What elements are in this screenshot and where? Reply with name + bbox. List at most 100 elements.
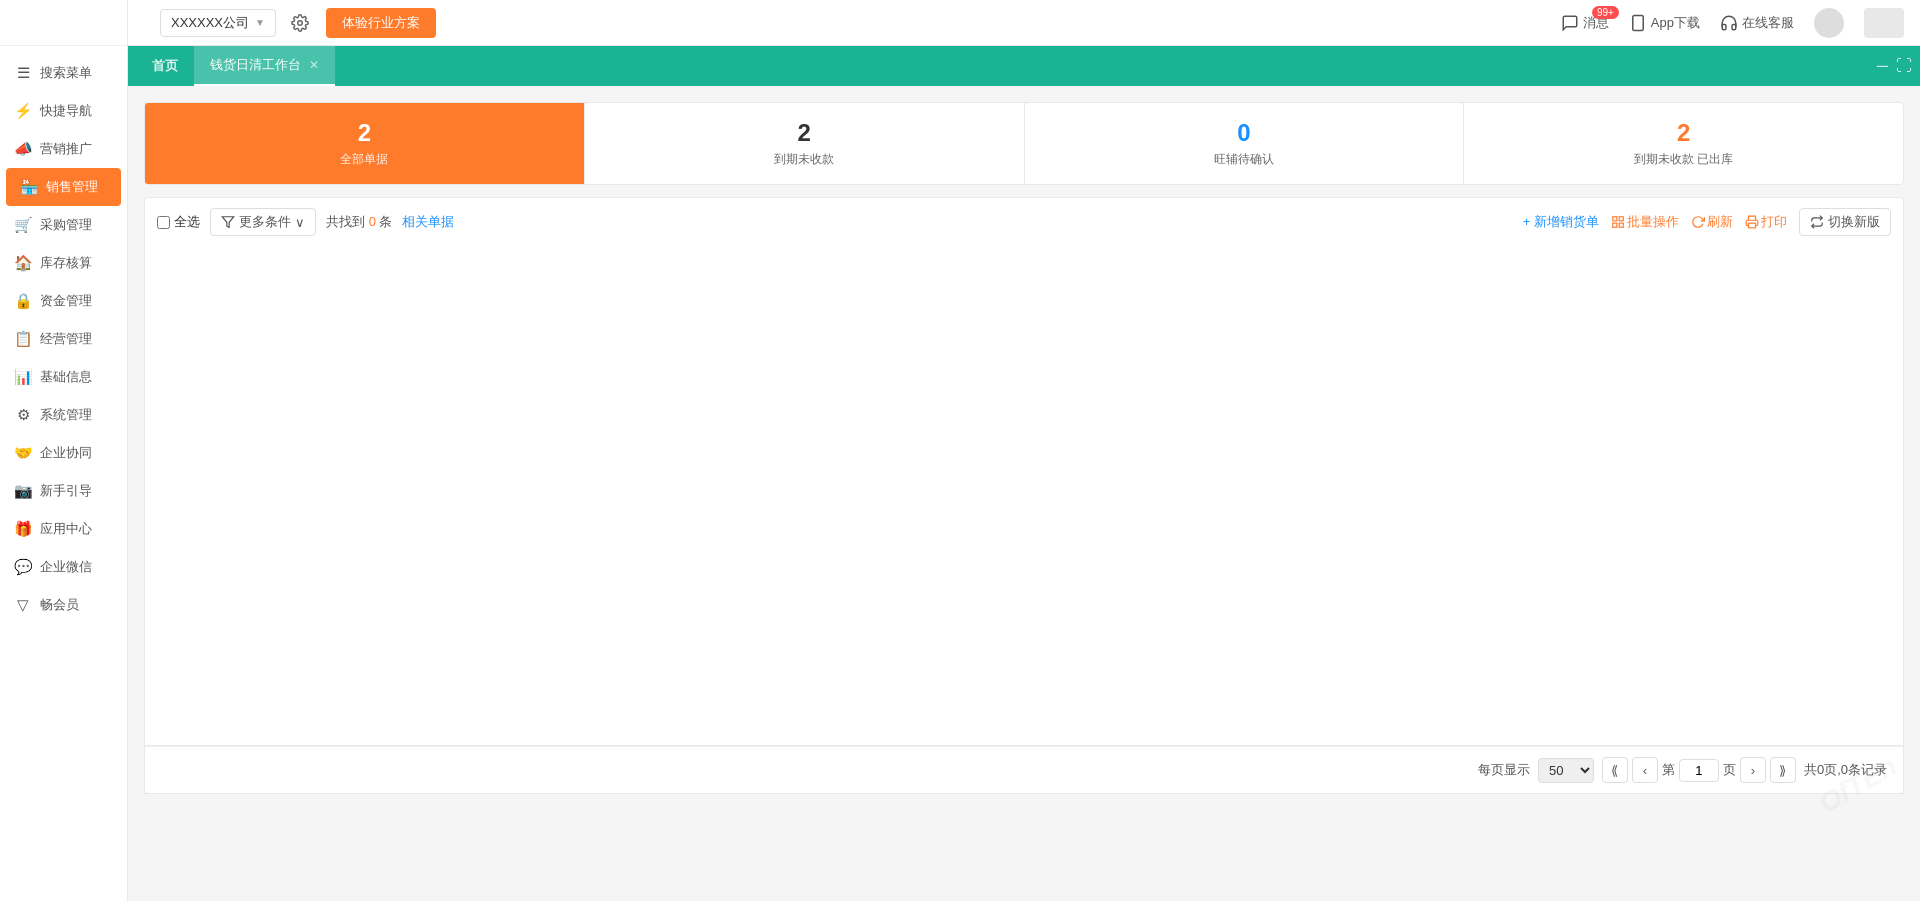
trial-button[interactable]: 体验行业方案: [326, 8, 436, 38]
sidebar-item-basics[interactable]: 📊 基础信息: [0, 358, 127, 396]
table-area: [144, 246, 1904, 746]
svg-rect-5: [1619, 217, 1623, 221]
stat-card-overdue-unship[interactable]: 2 到期未收款 已出库: [1464, 103, 1903, 184]
tab-work-bench[interactable]: 钱货日清工作台 ✕: [194, 46, 335, 86]
sidebar-item-weixin[interactable]: 💬 企业微信: [0, 548, 127, 586]
toolbar-right: + 新增销货单 批量操作 刷新: [1523, 208, 1891, 236]
page-input[interactable]: [1679, 759, 1719, 782]
svg-point-0: [298, 20, 303, 25]
first-page-button[interactable]: ⟪: [1602, 757, 1628, 783]
toolbar: 全选 更多条件 ∨ 共找到 0 条 相关单据 + 新增销货单: [144, 197, 1904, 246]
select-all-input[interactable]: [157, 216, 170, 229]
sidebar-item-marketing[interactable]: 📣 营销推广: [0, 130, 127, 168]
inventory-icon: 🏠: [14, 254, 32, 272]
guide-icon: 📷: [14, 482, 32, 500]
stat-card-all[interactable]: 2 全部单据: [145, 103, 585, 184]
chevron-down-icon: ▼: [255, 17, 265, 28]
sidebar-item-sales[interactable]: 🏪 销售管理: [6, 168, 121, 206]
sidebar-item-label: 搜索菜单: [40, 64, 92, 82]
stat-label-overdue-unpaid: 到期未收款: [605, 151, 1004, 168]
settings-button[interactable]: [284, 7, 316, 39]
sidebar-item-purchase[interactable]: 🛒 采购管理: [0, 206, 127, 244]
filter-chevron-icon: ∨: [295, 215, 305, 230]
next-page-button[interactable]: ›: [1740, 757, 1766, 783]
basics-icon: 📊: [14, 368, 32, 386]
sidebar-item-app-center[interactable]: 🎁 应用中心: [0, 510, 127, 548]
print-icon: [1745, 215, 1759, 229]
sidebar-item-quick-nav[interactable]: ⚡ 快捷导航: [0, 92, 127, 130]
operations-icon: 📋: [14, 330, 32, 348]
svg-rect-1: [1633, 15, 1644, 30]
filter-button[interactable]: 更多条件 ∨: [210, 208, 316, 236]
page-nav: ⟪ ‹ 第 页 › ⟫: [1602, 757, 1796, 783]
search-menu-icon: ☰: [14, 64, 32, 82]
stat-number-wangwang: 0: [1045, 119, 1444, 147]
per-page-label: 每页显示: [1478, 761, 1530, 779]
sidebar-item-capital[interactable]: 🔒 资金管理: [0, 282, 127, 320]
filter-icon: [221, 215, 235, 229]
online-service-label: 在线客服: [1742, 14, 1794, 32]
tab-close-icon[interactable]: ✕: [309, 58, 319, 72]
sidebar-item-label: 销售管理: [46, 178, 98, 196]
stat-card-wangwang[interactable]: 0 旺辅待确认: [1025, 103, 1465, 184]
sidebar-item-label: 经营管理: [40, 330, 92, 348]
sidebar-item-system[interactable]: ⚙ 系统管理: [0, 396, 127, 434]
app-center-icon: 🎁: [14, 520, 32, 538]
sidebar-item-label: 营销推广: [40, 140, 92, 158]
switch-version-button[interactable]: 切换新版: [1799, 208, 1891, 236]
sidebar-item-label: 企业协同: [40, 444, 92, 462]
svg-marker-3: [222, 217, 234, 228]
sidebar-item-search-menu[interactable]: ☰ 搜索菜单: [0, 54, 127, 92]
sidebar-item-label: 基础信息: [40, 368, 92, 386]
found-text: 共找到 0 条: [326, 213, 392, 231]
sidebar-item-operations[interactable]: 📋 经营管理: [0, 320, 127, 358]
online-service-button[interactable]: 在线客服: [1720, 14, 1794, 32]
add-sales-order-button[interactable]: + 新增销货单: [1523, 213, 1599, 231]
table-empty: [145, 246, 1903, 706]
page-label: 第: [1662, 761, 1675, 779]
stat-card-overdue-unpaid[interactable]: 2 到期未收款: [585, 103, 1025, 184]
prev-page-button[interactable]: ‹: [1632, 757, 1658, 783]
tab-maximize-icon[interactable]: ⛶: [1896, 57, 1912, 75]
svg-rect-8: [1749, 223, 1756, 228]
app-download-label: App下载: [1651, 14, 1700, 32]
sidebar-item-label: 资金管理: [40, 292, 92, 310]
tab-home[interactable]: 首页: [136, 46, 194, 86]
tab-home-label: 首页: [152, 57, 178, 75]
per-page-select[interactable]: 50 100 200: [1538, 758, 1594, 783]
sidebar-item-cooperation[interactable]: 🤝 企业协同: [0, 434, 127, 472]
user-menu[interactable]: [1864, 8, 1904, 38]
sidebar-menu: ☰ 搜索菜单 ⚡ 快捷导航 📣 营销推广 🏪 销售管理 🛒 采购管理 🏠 库存核…: [0, 46, 127, 901]
weixin-icon: 💬: [14, 558, 32, 576]
stat-number-overdue-unship: 2: [1484, 119, 1883, 147]
sidebar-item-member[interactable]: ▽ 畅会员: [0, 586, 127, 624]
print-button[interactable]: 打印: [1745, 213, 1787, 231]
company-selector[interactable]: XXXXXX公司 ▼: [160, 9, 276, 37]
avatar[interactable]: [1814, 8, 1844, 38]
cooperation-icon: 🤝: [14, 444, 32, 462]
app-download-button[interactable]: App下载: [1629, 14, 1700, 32]
related-orders-link[interactable]: 相关单据: [402, 213, 454, 231]
capital-icon: 🔒: [14, 292, 32, 310]
tab-bar-actions: ─ ⛶: [1877, 57, 1912, 75]
top-bar-right: 消息 99+ App下载 在线客服: [1561, 8, 1904, 38]
sidebar-item-label: 采购管理: [40, 216, 92, 234]
message-button[interactable]: 消息 99+: [1561, 14, 1609, 32]
found-count: 0: [369, 214, 376, 229]
select-all-checkbox[interactable]: 全选: [157, 213, 200, 231]
stat-label-all: 全部单据: [165, 151, 564, 168]
stat-number-all: 2: [165, 119, 564, 147]
refresh-button[interactable]: 刷新: [1691, 213, 1733, 231]
batch-operation-button[interactable]: 批量操作: [1611, 213, 1679, 231]
tab-work-bench-label: 钱货日清工作台: [210, 56, 301, 74]
sidebar-item-label: 系统管理: [40, 406, 92, 424]
svg-rect-7: [1613, 223, 1617, 227]
marketing-icon: 📣: [14, 140, 32, 158]
sidebar-item-guide[interactable]: 📷 新手引导: [0, 472, 127, 510]
tab-minimize-icon[interactable]: ─: [1877, 57, 1888, 75]
svg-rect-4: [1613, 217, 1617, 221]
total-records: 共0页,0条记录: [1804, 761, 1887, 779]
sidebar-item-inventory[interactable]: 🏠 库存核算: [0, 244, 127, 282]
purchase-icon: 🛒: [14, 216, 32, 234]
last-page-button[interactable]: ⟫: [1770, 757, 1796, 783]
